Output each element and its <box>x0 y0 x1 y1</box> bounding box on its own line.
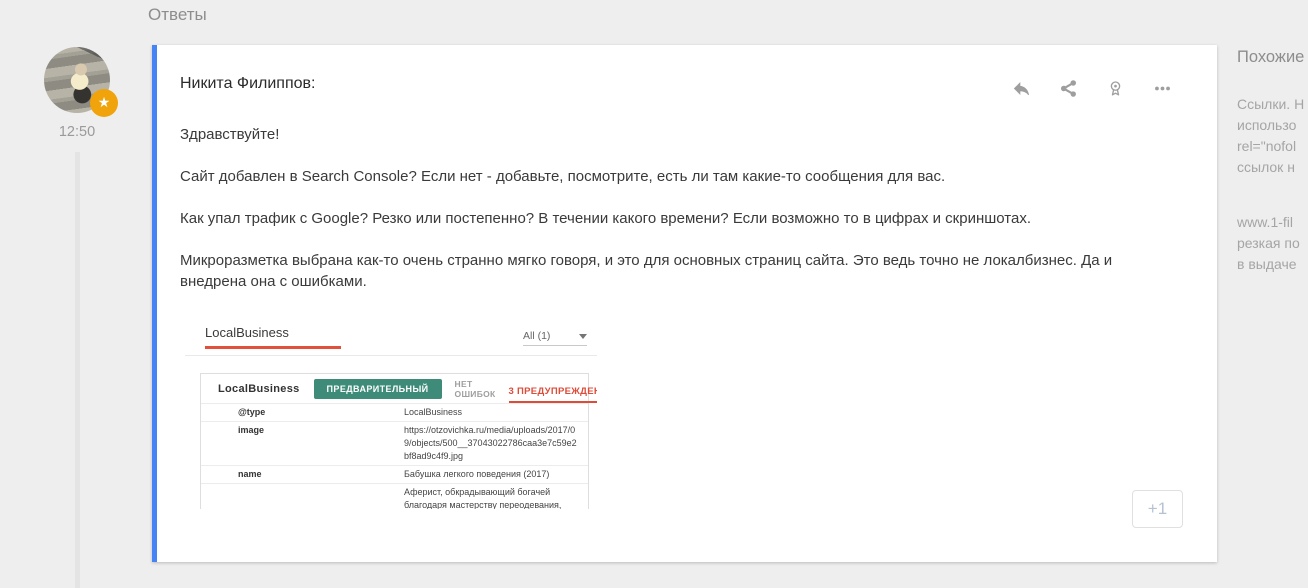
sdtt-result-header: LocalBusiness ПРЕДВАРИТЕЛЬНЫЙ НЕТ ОШИБОК… <box>201 374 597 403</box>
sdtt-property-name <box>201 484 404 509</box>
sdtt-result-title: LocalBusiness <box>205 325 289 340</box>
sdtt-warnings-label: 3 ПРЕДУПРЕЖДЕНИЯ <box>508 382 597 403</box>
answer-body: Здравствуйте! Сайт добавлен в Search Con… <box>180 124 1172 292</box>
answer-card: Никита Филиппов: Здравствуйте! Сайт доба… <box>152 45 1217 562</box>
answer-card-header: Никита Филиппов: <box>180 75 1172 98</box>
sdtt-preview-button: ПРЕДВАРИТЕЛЬНЫЙ <box>313 378 442 399</box>
reputation-badge-icon: ★ <box>90 89 118 117</box>
plus-one-button[interactable]: +1 <box>1132 490 1183 528</box>
answer-paragraph: Сайт добавлен в Search Console? Если нет… <box>180 168 946 185</box>
answer-paragraph: Здравствуйте! <box>180 126 280 143</box>
sdtt-property-name: image <box>238 425 265 435</box>
award-icon[interactable] <box>1105 78 1125 98</box>
post-timestamp: 12:50 <box>58 124 96 140</box>
reply-icon[interactable] <box>1011 78 1031 98</box>
page-title: Ответы <box>148 5 207 24</box>
answer-paragraph: Микроразметка выбрана как-то очень стран… <box>180 252 1113 290</box>
similar-sidebar: Похожие Ссылки. Н использо rel="nofol сс… <box>1237 48 1308 291</box>
similar-link[interactable]: www.1-fil резкая по в выдаче <box>1237 212 1308 275</box>
sdtt-property-value: https://otzovichka.ru/media/uploads/2017… <box>404 425 577 461</box>
answer-actions <box>1011 78 1172 98</box>
sdtt-property-name: name <box>238 469 262 479</box>
sdtt-property-name: @type <box>238 407 266 417</box>
similar-link[interactable]: Ссылки. Н использо rel="nofol ссылок н <box>1237 94 1308 178</box>
sdtt-result-box: LocalBusiness ПРЕДВАРИТЕЛЬНЫЙ НЕТ ОШИБОК… <box>200 373 597 509</box>
chevron-down-icon <box>579 333 587 339</box>
sdtt-property-value: LocalBusiness <box>404 407 463 417</box>
sdtt-property-value: Аферист, обкрадывающий богачей благодаря… <box>404 487 562 509</box>
sdtt-result-type: LocalBusiness <box>218 382 300 395</box>
similar-heading: Похожие <box>1237 48 1305 66</box>
author-name: Никита Филиппов: <box>180 75 316 92</box>
user-avatar[interactable]: ★ <box>44 47 118 117</box>
sdtt-table-row: name Бабушка легкого поведения (2017) <box>201 465 588 483</box>
sdtt-filter-dropdown: All (1) <box>523 327 587 346</box>
sdtt-divider <box>185 355 597 356</box>
sdtt-title-underline <box>205 346 341 349</box>
attachment-screenshot[interactable]: LocalBusiness All (1) LocalBusiness ПРЕД… <box>185 319 597 509</box>
thread-timeline-divider <box>75 152 80 588</box>
sdtt-table-row: Аферист, обкрадывающий богачей благодаря… <box>201 483 588 509</box>
sdtt-errors-label: НЕТ ОШИБОК <box>454 378 496 399</box>
star-icon: ★ <box>97 94 111 110</box>
sdtt-table-row: @type LocalBusiness <box>201 403 588 421</box>
sdtt-property-value: Бабушка легкого поведения (2017) <box>404 469 550 479</box>
share-icon[interactable] <box>1058 78 1078 98</box>
answer-paragraph: Как упал трафик с Google? Резко или пост… <box>180 210 1032 227</box>
more-options-icon[interactable] <box>1152 78 1172 98</box>
sdtt-table-row: image https://otzovichka.ru/media/upload… <box>201 421 588 465</box>
sdtt-filter-label: All (1) <box>523 330 551 342</box>
